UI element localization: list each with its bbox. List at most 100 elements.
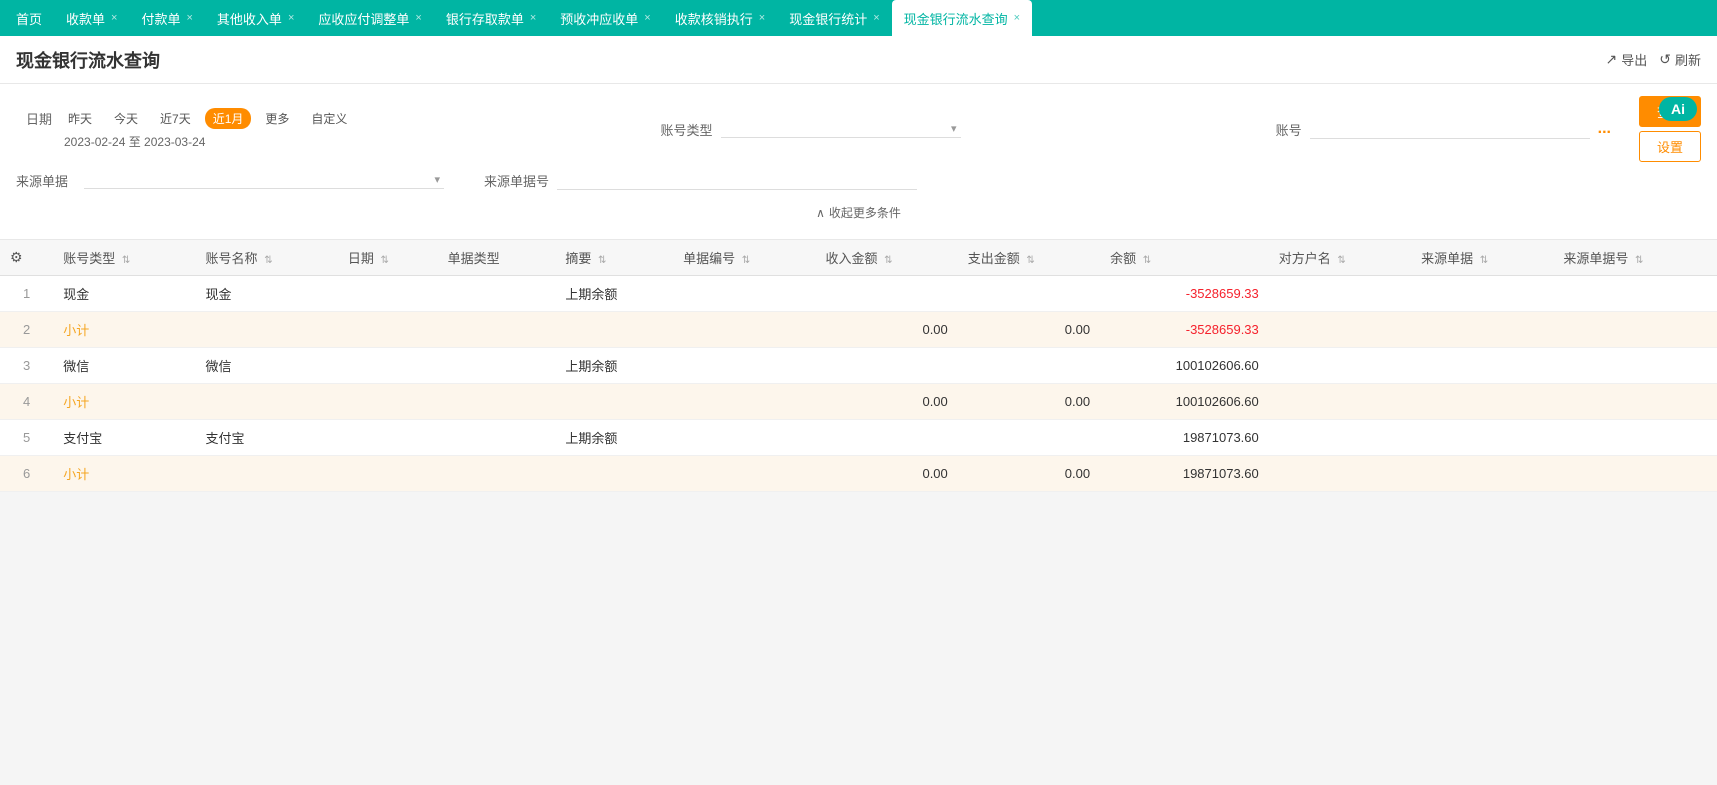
cell-doc-type: [438, 312, 556, 348]
nav-item-collect-exec[interactable]: 收款核销执行 ×: [663, 0, 777, 36]
cell-date: [338, 420, 438, 456]
date-opt-today[interactable]: 今天: [106, 108, 146, 129]
table-row[interactable]: 4小计0.000.00100102606.60: [0, 384, 1717, 420]
cell-expense: [958, 276, 1100, 312]
source-doc-no-label: 来源单据号: [484, 171, 549, 190]
refresh-button[interactable]: ↺ 刷新: [1659, 50, 1701, 69]
th-date: 日期 ⇅: [338, 240, 438, 276]
close-icon[interactable]: ×: [644, 12, 650, 24]
close-icon[interactable]: ×: [873, 12, 879, 24]
cell-gear: 1: [0, 276, 53, 312]
cell-account-type: 微信: [53, 348, 195, 384]
sort-icon[interactable]: ⇅: [122, 255, 130, 266]
sort-icon[interactable]: ⇅: [1143, 255, 1151, 266]
th-counter-name: 对方户名 ⇅: [1269, 240, 1411, 276]
cell-source-doc-no: [1553, 312, 1717, 348]
table-row[interactable]: 1现金现金上期余额-3528659.33: [0, 276, 1717, 312]
collapse-bar[interactable]: ∧ 收起更多条件: [16, 198, 1701, 227]
date-opt-7days[interactable]: 近7天: [152, 108, 199, 129]
table-row[interactable]: 6小计0.000.0019871073.60: [0, 456, 1717, 492]
cell-source-doc: [1411, 384, 1553, 420]
cell-source-doc: [1411, 456, 1553, 492]
cell-balance: 19871073.60: [1100, 456, 1269, 492]
close-icon[interactable]: ×: [288, 12, 294, 24]
close-icon[interactable]: ×: [415, 12, 421, 24]
sort-icon[interactable]: ⇅: [264, 255, 272, 266]
cell-balance: 100102606.60: [1100, 348, 1269, 384]
source-doc-select[interactable]: ▾: [84, 171, 444, 189]
date-label: 日期: [16, 109, 52, 128]
sort-icon[interactable]: ⇅: [381, 255, 389, 266]
th-label-source-doc: 来源单据: [1421, 251, 1473, 266]
cell-gear: 6: [0, 456, 53, 492]
cell-date: [338, 456, 438, 492]
nav-item-bank-deposit[interactable]: 银行存取款单 ×: [434, 0, 548, 36]
cell-gear: 3: [0, 348, 53, 384]
cell-balance: 19871073.60: [1100, 420, 1269, 456]
close-icon[interactable]: ×: [759, 12, 765, 24]
nav-item-ar-adjust[interactable]: 应收应付调整单 ×: [306, 0, 433, 36]
date-opt-custom[interactable]: 自定义: [303, 108, 355, 129]
header-actions: ↗ 导出 ↺ 刷新: [1606, 50, 1702, 69]
th-label-balance: 余额: [1110, 251, 1136, 266]
gear-icon[interactable]: ⚙: [10, 249, 23, 265]
th-income: 收入金额 ⇅: [815, 240, 957, 276]
sort-icon[interactable]: ⇅: [1026, 255, 1034, 266]
filter-row-source: 来源单据 ▾ 来源单据号: [16, 170, 1701, 190]
more-options-button[interactable]: ...: [1598, 120, 1611, 138]
nav-item-prepay[interactable]: 预收冲应收单 ×: [548, 0, 662, 36]
sort-icon[interactable]: ⇅: [598, 255, 606, 266]
settings-button[interactable]: 设置: [1639, 131, 1701, 162]
cell-account-type: 小计: [53, 312, 195, 348]
nav-item-payment[interactable]: 付款单 ×: [129, 0, 204, 36]
cell-counter-name: [1269, 276, 1411, 312]
cell-doc-no: [673, 420, 815, 456]
nav-item-cash-flow[interactable]: 现金银行流水查询 ×: [892, 0, 1032, 36]
cell-date: [338, 384, 438, 420]
cell-date: [338, 348, 438, 384]
nav-item-home[interactable]: 首页: [4, 0, 54, 36]
nav-item-cash-stats[interactable]: 现金银行统计 ×: [777, 0, 891, 36]
collapse-icon: ∧: [816, 206, 825, 220]
sort-icon[interactable]: ⇅: [742, 255, 750, 266]
close-icon[interactable]: ×: [530, 12, 536, 24]
close-icon[interactable]: ×: [111, 12, 117, 24]
sort-icon[interactable]: ⇅: [1337, 255, 1345, 266]
chevron-down-icon: ▾: [434, 173, 440, 186]
account-type-select[interactable]: ▾: [721, 120, 961, 138]
ai-badge[interactable]: Ai: [1659, 97, 1697, 121]
cell-expense: [958, 348, 1100, 384]
account-type-filter: 账号类型 ▾: [661, 120, 961, 139]
date-opt-more[interactable]: 更多: [257, 108, 297, 129]
close-icon[interactable]: ×: [1014, 12, 1020, 24]
account-input[interactable]: [1310, 119, 1590, 139]
nav-item-receipt[interactable]: 收款单 ×: [54, 0, 129, 36]
table-row[interactable]: 2小计0.000.00-3528659.33: [0, 312, 1717, 348]
sort-icon[interactable]: ⇅: [884, 255, 892, 266]
export-button[interactable]: ↗ 导出: [1606, 50, 1648, 69]
cell-doc-type: [438, 384, 556, 420]
cell-counter-name: [1269, 384, 1411, 420]
source-doc-no-input[interactable]: [557, 170, 917, 190]
account-type-label: 账号类型: [661, 120, 713, 139]
sort-icon[interactable]: ⇅: [1480, 255, 1488, 266]
nav-item-other-income[interactable]: 其他收入单 ×: [205, 0, 306, 36]
cell-source-doc-no: [1553, 456, 1717, 492]
cell-source-doc: [1411, 420, 1553, 456]
cell-summary: [555, 456, 673, 492]
date-options: 昨天 今天 近7天 近1月 更多 自定义: [60, 108, 355, 129]
table-row[interactable]: 5支付宝支付宝上期余额19871073.60: [0, 420, 1717, 456]
cell-doc-no: [673, 276, 815, 312]
close-icon[interactable]: ×: [186, 12, 192, 24]
cell-income: 0.00: [815, 312, 957, 348]
date-opt-1month[interactable]: 近1月: [205, 108, 252, 129]
table-row[interactable]: 3微信微信上期余额100102606.60: [0, 348, 1717, 384]
page-title: 现金银行流水查询: [16, 47, 160, 73]
cell-expense: 0.00: [958, 312, 1100, 348]
cell-summary: 上期余额: [555, 276, 673, 312]
date-opt-yesterday[interactable]: 昨天: [60, 108, 100, 129]
sort-icon[interactable]: ⇅: [1635, 255, 1643, 266]
cell-expense: [958, 420, 1100, 456]
cell-doc-no: [673, 312, 815, 348]
th-label-source-doc-no: 来源单据号: [1563, 251, 1628, 266]
